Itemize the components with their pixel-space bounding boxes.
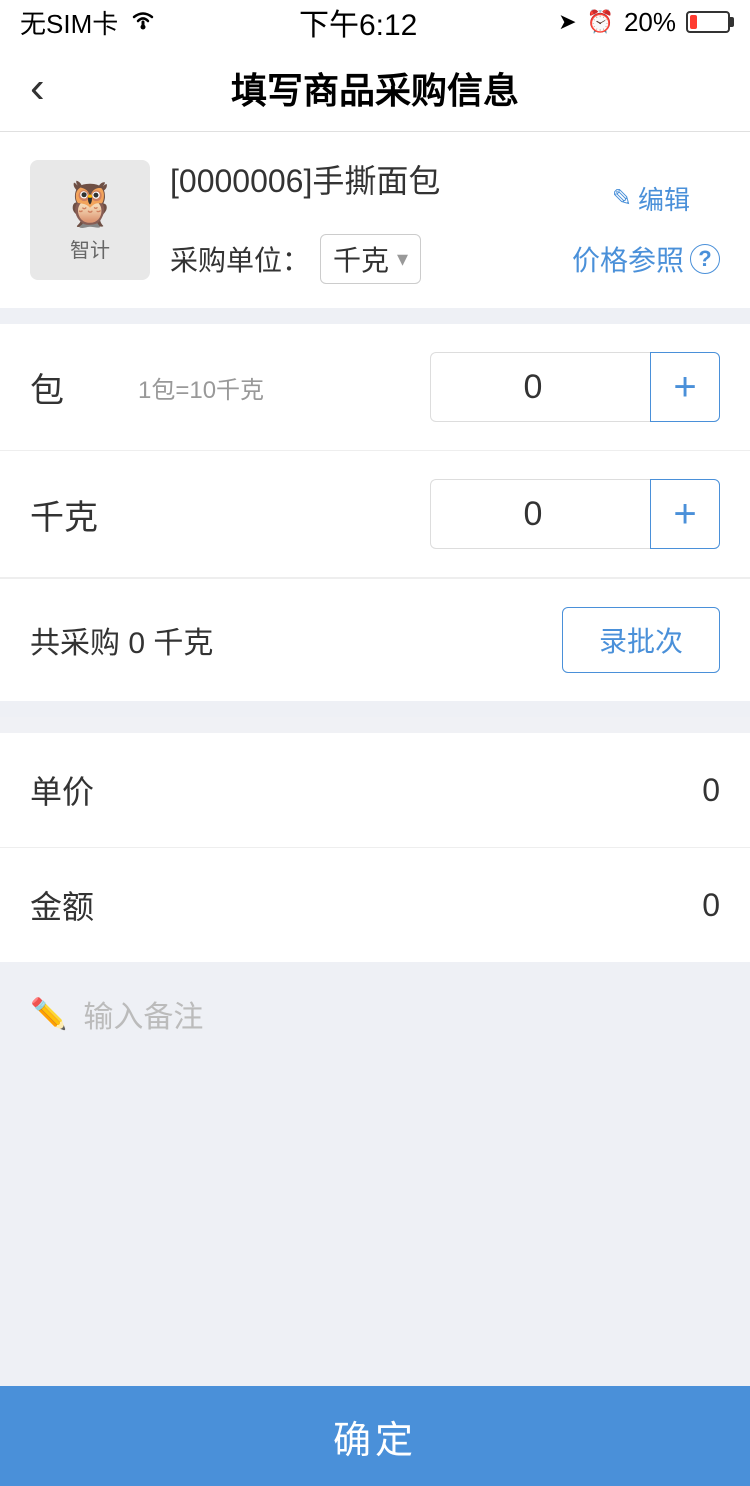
alarm-icon: ⏰ — [587, 9, 614, 35]
unit-value: 千克 — [333, 239, 389, 279]
price-section: 单价 0 金额 0 — [0, 733, 750, 962]
quantity-row-kg: 千克 + — [0, 451, 750, 578]
quantity-input-wrap-bao: + — [430, 352, 720, 422]
unit-label: 采购单位： — [170, 239, 310, 279]
unit-price-value: 0 — [702, 772, 720, 809]
unit-selector[interactable]: 千克 ▾ — [320, 234, 421, 284]
product-card: 🦉 智计 [0000006]手撕面包 ✎ 编辑 采购单位： — [0, 132, 750, 308]
battery-icon — [686, 11, 730, 33]
battery-percent: 20% — [624, 7, 676, 38]
amount-label: 金额 — [30, 882, 94, 928]
wifi-icon — [128, 8, 158, 37]
quantity-input-bao[interactable] — [430, 352, 650, 422]
amount-value: 0 — [702, 887, 720, 924]
quantity-plus-kg[interactable]: + — [650, 479, 720, 549]
nav-title: 填写商品采购信息 — [231, 62, 519, 114]
batch-button[interactable]: 录批次 — [562, 607, 720, 673]
main-content: 🦉 智计 [0000006]手撕面包 ✎ 编辑 采购单位： — [0, 132, 750, 1486]
unit-price-label: 单价 — [30, 767, 94, 813]
edit-icon: ✎ — [612, 184, 632, 213]
nav-bar: ‹ 填写商品采购信息 — [0, 44, 750, 132]
product-image-label: 智计 — [70, 234, 110, 263]
quantity-input-wrap-kg: + — [430, 479, 720, 549]
quantity-section: 包 1包=10千克 + 千克 + — [0, 324, 750, 578]
status-time: 下午6:12 — [299, 0, 417, 44]
quantity-sublabel-bao: 1包=10千克 — [138, 370, 264, 405]
help-icon: ? — [690, 244, 720, 274]
product-info: [0000006]手撕面包 ✎ 编辑 采购单位： 千克 ▾ — [170, 156, 720, 284]
bottom-bar: 确定 — [0, 1386, 750, 1486]
page: 无SIM卡 下午6:12 ➤ ⏰ 20% ‹ 填写商 — [0, 0, 750, 1486]
edit-button[interactable]: ✎ 编辑 — [612, 180, 690, 217]
product-name: [0000006]手撕面包 — [170, 156, 440, 202]
status-right: ➤ ⏰ 20% — [558, 7, 730, 38]
price-row-unit: 单价 0 — [0, 733, 750, 848]
quantity-row-bao: 包 1包=10千克 + — [0, 324, 750, 451]
chevron-down-icon: ▾ — [397, 246, 408, 272]
price-ref-label: 价格参照 — [572, 239, 684, 279]
notes-section[interactable]: ✏️ 输入备注 — [0, 962, 750, 1066]
price-ref-button[interactable]: 价格参照 ? — [572, 239, 720, 279]
empty-area — [0, 1066, 750, 1386]
divider-2 — [0, 701, 750, 717]
back-button[interactable]: ‹ — [30, 66, 45, 110]
quantity-input-kg[interactable] — [430, 479, 650, 549]
divider-1 — [0, 308, 750, 324]
signal-text: 无SIM卡 — [20, 4, 118, 41]
location-icon: ➤ — [558, 9, 576, 35]
summary-text: 共采购 0 千克 — [30, 618, 213, 662]
quantity-label-kg: 千克 — [30, 490, 130, 539]
notes-placeholder: 输入备注 — [83, 992, 203, 1036]
edit-label: 编辑 — [638, 180, 690, 217]
status-bar: 无SIM卡 下午6:12 ➤ ⏰ 20% — [0, 0, 750, 44]
price-row-amount: 金额 0 — [0, 848, 750, 962]
status-left: 无SIM卡 — [20, 4, 158, 41]
quantity-plus-bao[interactable]: + — [650, 352, 720, 422]
confirm-button[interactable]: 确定 — [0, 1386, 750, 1486]
product-owl-icon: 🦉 — [63, 178, 118, 230]
product-image: 🦉 智计 — [30, 160, 150, 280]
pencil-icon: ✏️ — [30, 997, 67, 1032]
quantity-label-bao: 包 — [30, 363, 130, 412]
product-unit-row: 采购单位： 千克 ▾ 价格参照 ? — [170, 234, 720, 284]
summary-row: 共采购 0 千克 录批次 — [0, 578, 750, 701]
